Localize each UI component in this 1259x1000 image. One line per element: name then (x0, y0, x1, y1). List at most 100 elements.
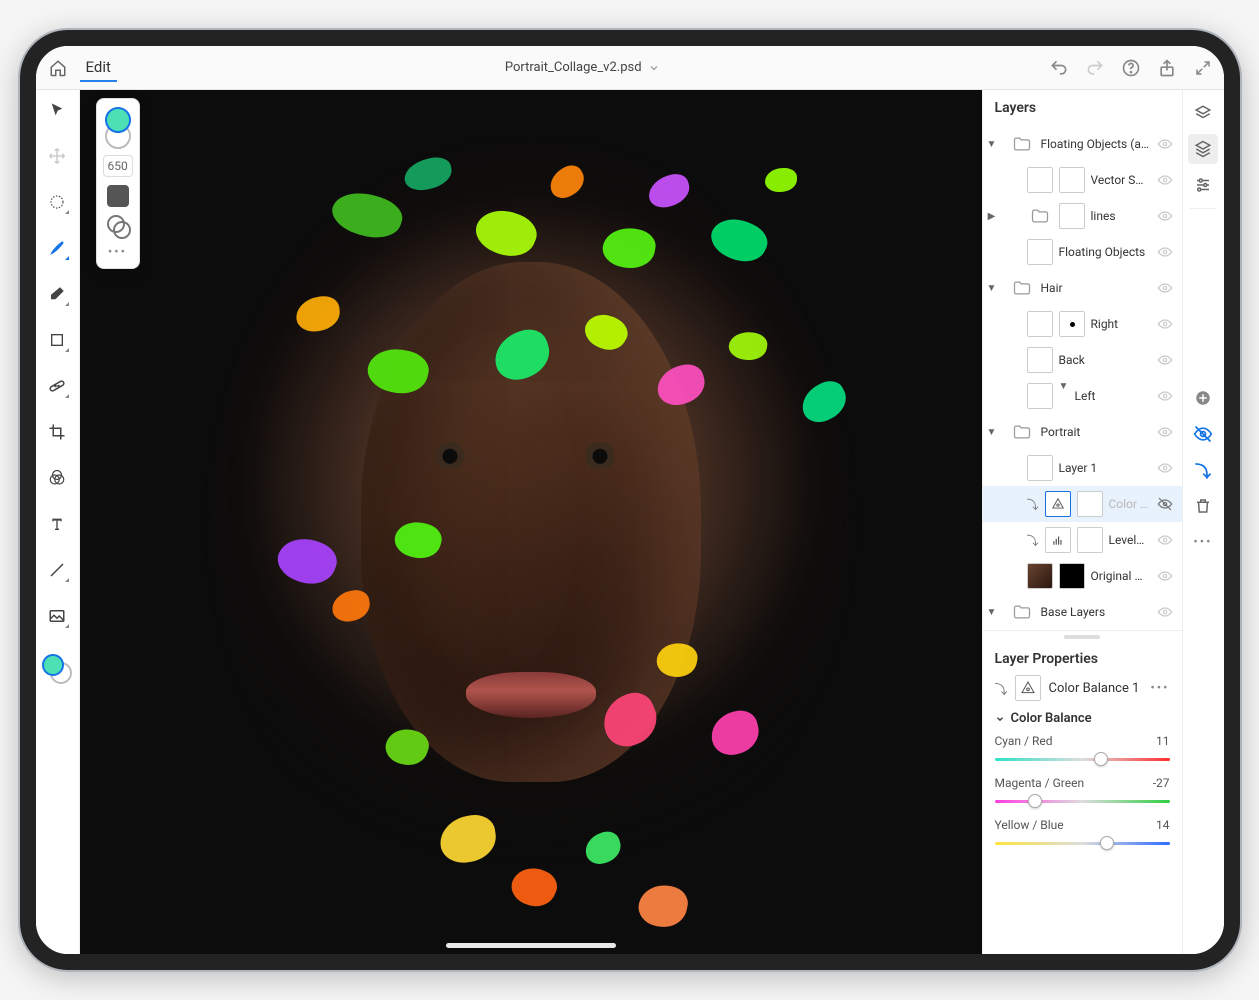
undo-button[interactable] (1048, 57, 1070, 79)
dock-visibility-button[interactable] (1188, 419, 1218, 449)
caret-down-icon[interactable]: ▼ (987, 139, 997, 150)
tool-type[interactable] (43, 510, 71, 538)
layer-name: Floating Objects (always solid color) (1041, 137, 1150, 151)
visibility-button[interactable] (1156, 531, 1174, 549)
slider-track[interactable] (995, 794, 1170, 808)
adjustment-thumb[interactable] (1015, 675, 1041, 701)
layer-name: Right (1091, 317, 1150, 331)
tool-crop[interactable] (43, 418, 71, 446)
move-icon (48, 147, 66, 165)
tool-fill[interactable] (43, 326, 71, 354)
fullscreen-button[interactable] (1192, 57, 1214, 79)
layer-row[interactable]: Right (983, 306, 1182, 342)
caret-right-icon[interactable]: ▶ (987, 211, 997, 222)
layer-mask-thumb (1059, 167, 1085, 193)
tool-shape[interactable] (43, 556, 71, 584)
layer-name: Hair (1041, 281, 1150, 295)
caret-down-icon[interactable]: ▼ (1059, 381, 1069, 392)
dock-add-layer-button[interactable] (1188, 383, 1218, 413)
foreground-color-chip[interactable] (42, 654, 64, 676)
layer-row[interactable]: ▼ Hair (983, 270, 1182, 306)
properties-section-header[interactable]: Color Balance (995, 711, 1170, 726)
visibility-button[interactable] (1156, 135, 1174, 153)
brush-blend-icon[interactable] (107, 215, 129, 237)
visibility-button[interactable] (1156, 387, 1174, 405)
mode-tab-edit[interactable]: Edit (80, 54, 117, 82)
layer-row[interactable]: ▼Base Layers (983, 594, 1182, 630)
layer-row[interactable]: ▶lines (983, 198, 1182, 234)
dock-clip-button[interactable]: ⤵ (1188, 455, 1218, 485)
visibility-button[interactable] (1156, 423, 1174, 441)
color-balance-slider[interactable]: Magenta / Green-27 (995, 776, 1170, 808)
canvas[interactable] (80, 90, 982, 954)
dock-layers-compact-button[interactable] (1188, 98, 1218, 128)
clip-indicator-icon: ⤵ (1027, 532, 1039, 549)
chevron-down-icon[interactable] (648, 62, 660, 74)
slider-thumb[interactable] (1100, 836, 1114, 850)
visibility-button[interactable] (1156, 279, 1174, 297)
dock-more-button[interactable]: ••• (1188, 527, 1218, 557)
visibility-button[interactable] (1156, 567, 1174, 585)
share-button[interactable] (1156, 57, 1178, 79)
layer-thumb (1027, 239, 1053, 265)
visibility-button[interactable] (1156, 171, 1174, 189)
panel-drag-handle[interactable] (1064, 635, 1100, 639)
layer-row[interactable]: Floating Objects (983, 234, 1182, 270)
dock-properties-button[interactable] (1188, 170, 1218, 200)
visibility-button[interactable] (1156, 207, 1174, 225)
layer-row[interactable]: ▼Left (983, 378, 1182, 414)
folder-icon (1009, 131, 1035, 157)
dock-delete-button[interactable] (1188, 491, 1218, 521)
slider-thumb[interactable] (1028, 794, 1042, 808)
brush-fg-color[interactable] (105, 107, 131, 133)
brush-color-pair[interactable] (102, 107, 134, 147)
layer-row[interactable]: ▼ Floating Objects (always solid color) (983, 126, 1182, 162)
brush-hardness-swatch[interactable] (107, 185, 129, 207)
home-button[interactable] (46, 56, 70, 80)
caret-down-icon[interactable]: ▼ (987, 283, 997, 294)
tool-adjustments[interactable] (43, 464, 71, 492)
right-dock: ⤵ ••• (1182, 90, 1224, 954)
tool-lasso[interactable] (43, 188, 71, 216)
layer-row[interactable]: Vector Smart Object (983, 162, 1182, 198)
slider-label: Cyan / Red (995, 734, 1053, 748)
folder-icon (1009, 275, 1035, 301)
visibility-button[interactable] (1156, 603, 1174, 621)
visibility-button[interactable] (1156, 243, 1174, 261)
visibility-button[interactable] (1156, 315, 1174, 333)
caret-down-icon[interactable]: ▼ (987, 607, 997, 618)
tool-move-select[interactable] (43, 96, 71, 124)
layer-row[interactable]: ⤵Color Balan… (983, 486, 1182, 522)
caret-down-icon[interactable]: ▼ (987, 427, 997, 438)
layer-row[interactable]: Original Portr… (983, 558, 1182, 594)
slider-track[interactable] (995, 836, 1170, 850)
layer-properties-more-button[interactable]: ••• (1150, 681, 1169, 696)
brush-size-value[interactable]: 650 (103, 155, 133, 177)
tool-eraser[interactable] (43, 280, 71, 308)
visibility-off-button[interactable] (1156, 495, 1174, 513)
brush-more-button[interactable]: ••• (108, 245, 127, 260)
selected-layer-name: Color Balance 1 (1049, 681, 1143, 696)
slider-track[interactable] (995, 752, 1170, 766)
dock-layers-detail-button[interactable] (1188, 134, 1218, 164)
visibility-button[interactable] (1156, 459, 1174, 477)
layer-row[interactable]: ⤵Levels 1 (983, 522, 1182, 558)
color-swatches[interactable] (42, 654, 72, 684)
clip-icon: ⤵ (1195, 458, 1211, 482)
redo-button[interactable] (1084, 57, 1106, 79)
tool-transform[interactable] (43, 142, 71, 170)
layer-row[interactable]: Layer 1 (983, 450, 1182, 486)
layer-row[interactable]: ▼Portrait (983, 414, 1182, 450)
tool-place-image[interactable] (43, 602, 71, 630)
layer-row[interactable]: Back (983, 342, 1182, 378)
layers-list[interactable]: ▼ Floating Objects (always solid color) Ve… (983, 126, 1182, 631)
visibility-button[interactable] (1156, 351, 1174, 369)
color-balance-slider[interactable]: Cyan / Red 11 (995, 734, 1170, 766)
slider-thumb[interactable] (1094, 752, 1108, 766)
tool-brush[interactable] (43, 234, 71, 262)
slider-value: 11 (1156, 734, 1170, 748)
help-button[interactable] (1120, 57, 1142, 79)
tool-heal[interactable] (43, 372, 71, 400)
more-icon: ••• (1193, 535, 1212, 550)
color-balance-slider[interactable]: Yellow / Blue14 (995, 818, 1170, 850)
